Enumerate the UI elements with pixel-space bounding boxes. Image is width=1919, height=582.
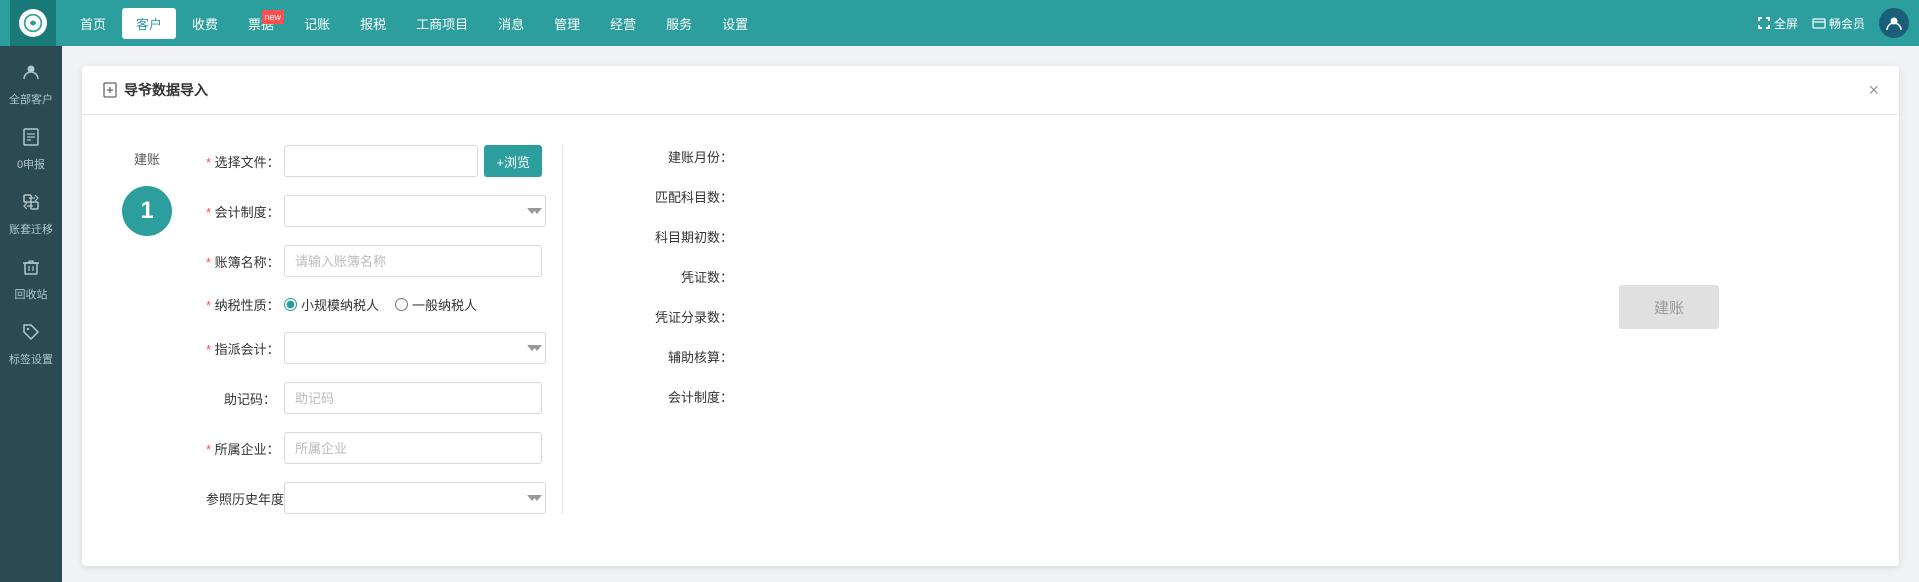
dialog: 导爷数据导入 × 建账 1 选择文件： <box>82 66 1899 566</box>
ledger-name-row: 账簿名称： <box>206 245 542 277</box>
subject-initial-value <box>741 225 1859 247</box>
nav-item-fee[interactable]: 收费 <box>178 8 232 39</box>
accounting-system-label: 会计制度： <box>206 202 276 221</box>
file-input[interactable] <box>284 145 478 177</box>
voucher-count-label: 凭证数： <box>643 267 733 286</box>
tag-icon <box>21 322 41 347</box>
aux-accounting-label: 辅助核算： <box>643 347 733 366</box>
form-layout: 建账 1 选择文件： +浏览 <box>122 145 1859 514</box>
nav-item-biz[interactable]: 工商项目 <box>402 8 482 39</box>
file-row: 选择文件： +浏览 <box>206 145 542 177</box>
nav-item-settings[interactable]: 设置 <box>708 8 762 39</box>
nav-item-home[interactable]: 首页 <box>66 8 120 39</box>
sidebar-item-migrate[interactable]: 账套迁移 <box>3 184 59 245</box>
form-fields: 选择文件： +浏览 会计制度： <box>206 145 542 514</box>
nav-item-tax[interactable]: 报税 <box>346 8 400 39</box>
match-subject-label: 匹配科目数： <box>643 187 733 206</box>
tax-nature-radio-group: 小规模纳税人 一般纳税人 <box>284 295 477 314</box>
ref-history-row: 参照历史年度： <box>206 482 542 514</box>
assign-accountant-select[interactable] <box>284 332 546 364</box>
logo-icon <box>19 9 47 37</box>
info-panel: 建账月份： 匹配科目数： 科目期初数： 建 <box>583 145 1859 514</box>
tax-small-radio[interactable]: 小规模纳税人 <box>284 295 379 314</box>
file-input-group: +浏览 <box>284 145 542 177</box>
sidebar-item-declaration[interactable]: 0申报 <box>3 119 59 180</box>
new-badge: new <box>262 10 285 24</box>
sidebar-item-recycle[interactable]: 回收站 <box>3 249 59 310</box>
build-account-button[interactable]: 建账 <box>1619 285 1719 329</box>
ref-history-select[interactable] <box>284 482 546 514</box>
build-month-value <box>741 145 1859 167</box>
import-icon <box>102 82 118 98</box>
declaration-icon <box>21 127 41 152</box>
form-left-section: 建账 1 选择文件： +浏览 <box>122 145 542 514</box>
voucher-count-value <box>741 265 1859 287</box>
build-month-row: 建账月份： <box>643 145 1859 167</box>
nav-item-ticket[interactable]: 票据 new <box>234 8 288 39</box>
belong-company-label: 所属企业： <box>206 439 276 458</box>
dialog-body: 建账 1 选择文件： +浏览 <box>82 115 1899 544</box>
file-label: 选择文件： <box>206 152 276 171</box>
voucher-count-row: 凭证数： <box>643 265 1859 287</box>
step-area-label: 建账 <box>134 149 160 168</box>
fullscreen-button[interactable]: 全屏 <box>1757 15 1798 32</box>
nav-item-bookkeeping[interactable]: 记账 <box>290 8 344 39</box>
dialog-close-button[interactable]: × <box>1868 81 1879 99</box>
belong-company-row: 所属企业： <box>206 432 542 464</box>
step-indicator: 1 <box>122 186 172 236</box>
match-subject-row: 匹配科目数： <box>643 185 1859 207</box>
member-button[interactable]: 畅会员 <box>1812 15 1865 32</box>
subject-initial-row: 科目期初数： <box>643 225 1859 247</box>
form-divider <box>562 145 563 514</box>
logo[interactable] <box>10 0 56 46</box>
aux-accounting-value <box>741 345 1859 367</box>
nav-item-manage[interactable]: 管理 <box>540 8 594 39</box>
nav-menu: 首页 客户 收费 票据 new 记账 报税 工商项目 消息 管理 经营 服务 设… <box>66 8 1757 39</box>
sidebar-item-tag[interactable]: 标签设置 <box>3 314 59 375</box>
nav-item-customer[interactable]: 客户 <box>122 8 176 39</box>
info-accounting-system-value <box>741 385 1859 407</box>
assign-accountant-row: 指派会计： <box>206 332 542 364</box>
assign-accountant-label: 指派会计： <box>206 339 276 358</box>
browse-button[interactable]: +浏览 <box>484 145 542 177</box>
user-avatar[interactable] <box>1879 8 1909 38</box>
accounting-system-select[interactable] <box>284 195 546 227</box>
nav-item-service[interactable]: 服务 <box>652 8 706 39</box>
users-icon <box>21 62 41 87</box>
nav-right-actions: 全屏 畅会员 <box>1757 8 1909 38</box>
belong-company-input[interactable] <box>284 432 542 464</box>
sidebar: 全部客户 0申报 账套迁移 回收站 标签设置 <box>0 46 62 582</box>
ref-history-label: 参照历史年度： <box>206 489 276 508</box>
tax-nature-row: 纳税性质： 小规模纳税人 一般纳税人 <box>206 295 542 314</box>
ledger-name-label: 账簿名称： <box>206 252 276 271</box>
memo-code-input[interactable] <box>284 382 542 414</box>
main-layout: 全部客户 0申报 账套迁移 回收站 标签设置 <box>0 46 1919 582</box>
build-month-label: 建账月份： <box>643 147 733 166</box>
ledger-name-input[interactable] <box>284 245 542 277</box>
top-navigation: 首页 客户 收费 票据 new 记账 报税 工商项目 消息 管理 经营 服务 设… <box>0 0 1919 46</box>
aux-accounting-row: 辅助核算： <box>643 345 1859 367</box>
main-content: 导爷数据导入 × 建账 1 选择文件： <box>62 46 1919 582</box>
dialog-title: 导爷数据导入 <box>102 80 208 100</box>
nav-item-message[interactable]: 消息 <box>484 8 538 39</box>
accounting-system-row: 会计制度： <box>206 195 542 227</box>
migrate-icon <box>21 192 41 217</box>
dialog-header: 导爷数据导入 × <box>82 66 1899 115</box>
memo-code-label: 助记码： <box>206 389 276 408</box>
voucher-entries-label: 凭证分录数： <box>643 307 733 326</box>
subject-initial-label: 科目期初数： <box>643 227 733 246</box>
info-accounting-system-row: 会计制度： <box>643 385 1859 407</box>
trash-icon <box>21 257 41 282</box>
nav-item-operation[interactable]: 经营 <box>596 8 650 39</box>
memo-code-row: 助记码： <box>206 382 542 414</box>
info-accounting-system-label: 会计制度： <box>643 387 733 406</box>
sidebar-item-all-customers[interactable]: 全部客户 <box>3 54 59 115</box>
tax-general-radio[interactable]: 一般纳税人 <box>395 295 477 314</box>
tax-nature-label: 纳税性质： <box>206 295 276 314</box>
match-subject-value <box>741 185 1859 207</box>
